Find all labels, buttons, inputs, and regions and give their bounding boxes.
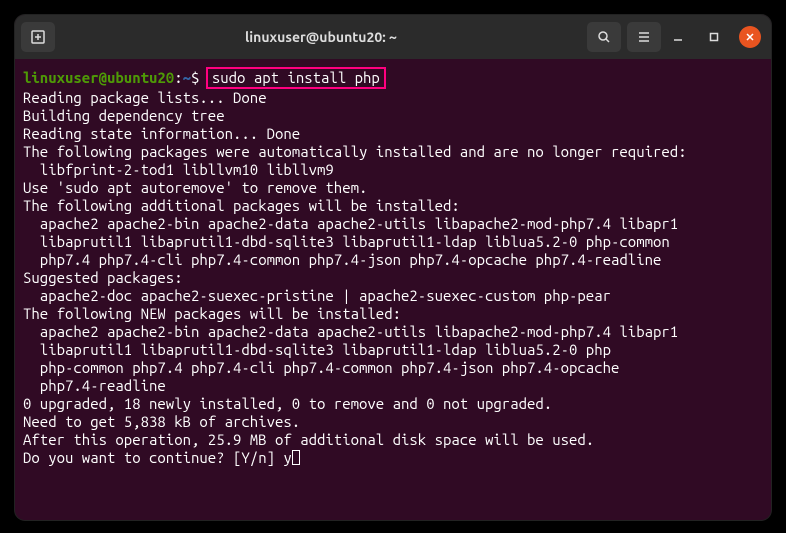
output-line: Do you want to continue? [Y/n] y (23, 449, 763, 467)
output-line: libaprutil1 libaprutil1-dbd-sqlite3 liba… (23, 233, 763, 251)
output-line: apache2 apache2-bin apache2-data apache2… (23, 215, 763, 233)
command-highlight: sudo apt install php (206, 67, 386, 89)
maximize-button[interactable] (703, 26, 725, 48)
close-button[interactable] (739, 26, 761, 48)
output-line: apache2-doc apache2-suexec-pristine | ap… (23, 287, 763, 305)
output-line: php7.4 php7.4-cli php7.4-common php7.4-j… (23, 251, 763, 269)
output-line: 0 upgraded, 18 newly installed, 0 to rem… (23, 395, 763, 413)
output-line: The following NEW packages will be insta… (23, 305, 763, 323)
output-line: Reading state information... Done (23, 125, 763, 143)
terminal-window: linuxuser@ubuntu20: ~ (15, 15, 771, 520)
terminal-output[interactable]: linuxuser@ubuntu20:~$ sudo apt install p… (15, 59, 771, 475)
search-button[interactable] (587, 22, 621, 52)
output-line: Building dependency tree (23, 107, 763, 125)
new-tab-button[interactable] (21, 22, 55, 52)
prompt-path: ~ (183, 69, 191, 86)
output-line: After this operation, 25.9 MB of additio… (23, 431, 763, 449)
prompt-user: linuxuser@ubuntu20 (23, 69, 174, 86)
output-line: Need to get 5,838 kB of archives. (23, 413, 763, 431)
menu-button[interactable] (627, 22, 661, 52)
output-line: apache2 apache2-bin apache2-data apache2… (23, 323, 763, 341)
output-line: Use 'sudo apt autoremove' to remove them… (23, 179, 763, 197)
prompt-sep: : (174, 69, 182, 86)
output-line: php-common php7.4 php7.4-cli php7.4-comm… (23, 359, 763, 377)
output-line: The following additional packages will b… (23, 197, 763, 215)
prompt-line: linuxuser@ubuntu20:~$ sudo apt install p… (23, 67, 763, 89)
window-title: linuxuser@ubuntu20: ~ (61, 29, 581, 45)
output-line: php7.4-readline (23, 377, 763, 395)
output-line: Reading package lists... Done (23, 89, 763, 107)
output-line: The following packages were automaticall… (23, 143, 763, 161)
output-line: Suggested packages: (23, 269, 763, 287)
output-line: libaprutil1 libaprutil1-dbd-sqlite3 liba… (23, 341, 763, 359)
output-line: libfprint-2-tod1 libllvm10 libllvm9 (23, 161, 763, 179)
cursor (292, 450, 300, 465)
continue-prompt: Do you want to continue? [Y/n] y (23, 449, 292, 466)
window-controls (667, 26, 765, 48)
titlebar: linuxuser@ubuntu20: ~ (15, 15, 771, 59)
minimize-button[interactable] (667, 26, 689, 48)
